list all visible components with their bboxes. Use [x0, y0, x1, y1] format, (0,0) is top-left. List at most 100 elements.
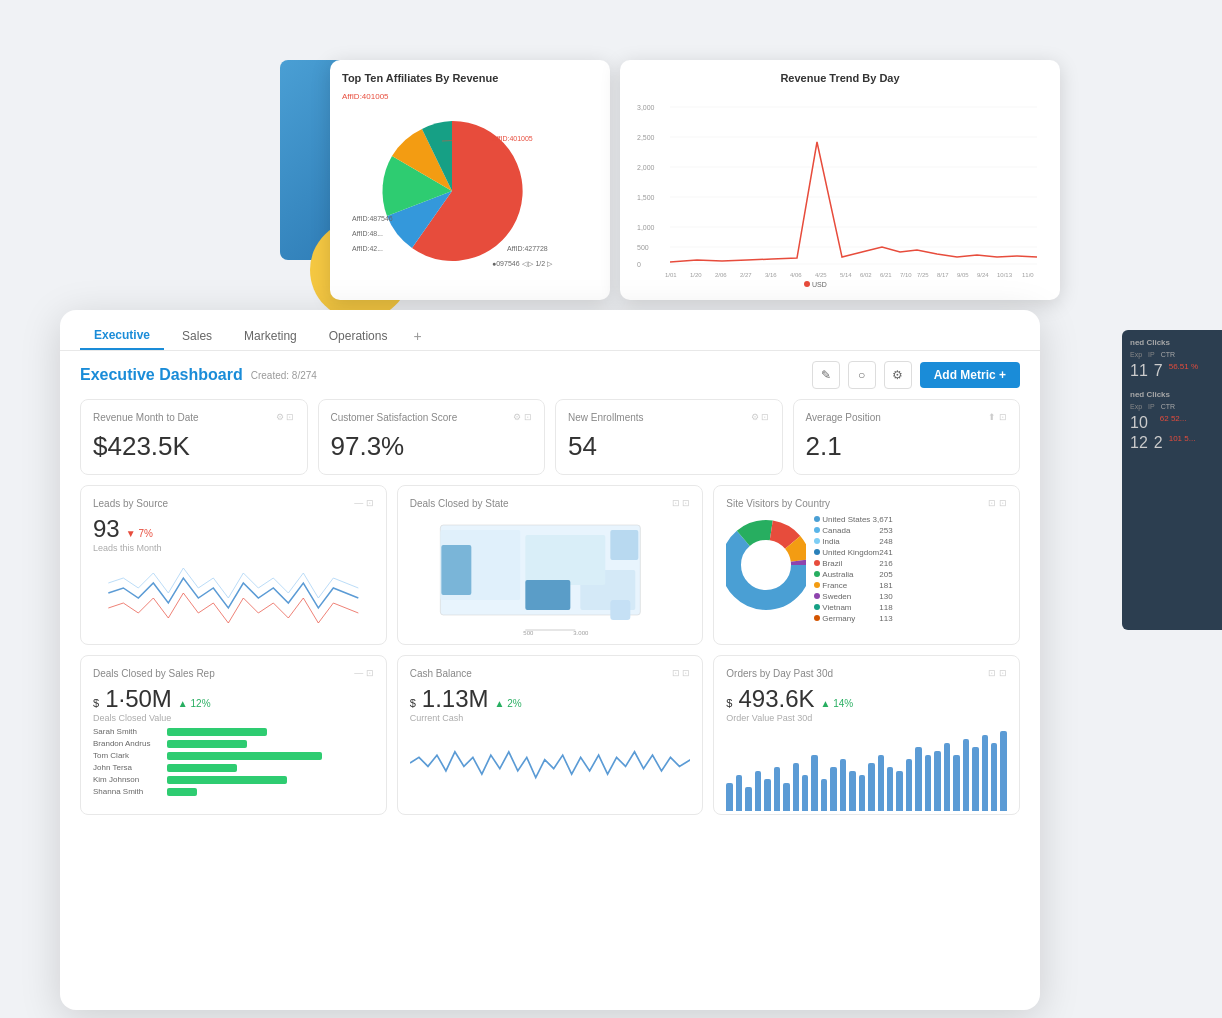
- charts-row1: Leads by Source — ⊡ 93 ▼ 7% Leads this M…: [60, 485, 1040, 655]
- order-bar-15: [859, 775, 865, 811]
- dashboard-title: Executive Dashboard: [80, 366, 243, 384]
- dashboard-subtitle: Created: 8/274: [251, 370, 317, 381]
- order-bar-12: [830, 767, 836, 811]
- svg-text:500: 500: [637, 244, 649, 251]
- circle-icon-btn[interactable]: ○: [848, 361, 876, 389]
- svg-text:9/24: 9/24: [977, 272, 989, 278]
- order-bar-6: [774, 767, 780, 811]
- svg-text:AffID:42...: AffID:42...: [352, 245, 383, 252]
- order-bar-11: [821, 779, 827, 811]
- svg-text:AffID:401005: AffID:401005: [492, 135, 533, 142]
- top-pie-title: Top Ten Affiliates By Revenue: [342, 72, 598, 84]
- metric-card-revenue: Revenue Month to Date ⚙ ⊡ $423.5K: [80, 399, 308, 475]
- order-bar-21: [915, 747, 921, 811]
- cash-sparkline: [410, 723, 691, 803]
- metrics-grid: Revenue Month to Date ⚙ ⊡ $423.5K Custom…: [60, 399, 1040, 485]
- main-dashboard: Executive Sales Marketing Operations + E…: [60, 310, 1040, 1010]
- deals-rep-value: 1·50M: [105, 685, 172, 713]
- order-bar-13: [840, 759, 846, 811]
- svg-text:2/06: 2/06: [715, 272, 727, 278]
- svg-text:2/27: 2/27: [740, 272, 752, 278]
- metric-card-satisfaction: Customer Satisfaction Score ⚙ ⊡ 97.3%: [318, 399, 546, 475]
- order-bar-29: [991, 743, 997, 811]
- order-bar-3: [745, 787, 751, 811]
- tab-add[interactable]: +: [405, 322, 429, 350]
- leads-sublabel: Leads this Month: [93, 543, 374, 553]
- cash-balance-card: Cash Balance ⊡ ⊡ $ 1.13M ▲ 2% Current Ca…: [397, 655, 704, 815]
- deals-rep-trend: ▲ 12%: [178, 698, 211, 709]
- tab-sales[interactable]: Sales: [168, 323, 226, 349]
- order-bar-14: [849, 771, 855, 811]
- order-bar-1: [726, 783, 732, 811]
- cash-trend: ▲ 2%: [494, 698, 521, 709]
- svg-text:5/14: 5/14: [840, 272, 852, 278]
- svg-text:AffID:427728: AffID:427728: [507, 245, 548, 252]
- order-bar-9: [802, 775, 808, 811]
- order-bar-10: [811, 755, 817, 811]
- tabs-bar: Executive Sales Marketing Operations +: [60, 310, 1040, 351]
- bar-row-tom: Tom Clark: [93, 751, 374, 760]
- orders-label: Orders by Day Past 30d ⊡ ⊡: [726, 668, 1007, 679]
- leads-trend: ▼ 7%: [126, 528, 153, 539]
- svg-text:11/0: 11/0: [1022, 272, 1034, 278]
- gear-icon-btn[interactable]: ⚙: [884, 361, 912, 389]
- order-bar-8: [793, 763, 799, 811]
- add-metric-button[interactable]: Add Metric +: [920, 362, 1020, 388]
- svg-text:3,000: 3,000: [637, 104, 655, 111]
- sales-rep-bars: Sarah Smith Brandon Andrus Tom Clark Joh…: [93, 727, 374, 796]
- top-line-card: Revenue Trend By Day 3,000 2,500 2,000 1…: [620, 60, 1060, 300]
- svg-text:500: 500: [523, 630, 534, 635]
- svg-rect-43: [610, 600, 630, 620]
- metric-value-position: 2.1: [806, 431, 1008, 462]
- svg-text:9/05: 9/05: [957, 272, 969, 278]
- order-bar-16: [868, 763, 874, 811]
- deals-state-label: Deals Closed by State ⊡ ⊡: [410, 498, 691, 509]
- leads-value: 93: [93, 515, 120, 543]
- orders-sublabel: Order Value Past 30d: [726, 713, 1007, 723]
- svg-text:AffID:48...: AffID:48...: [352, 230, 383, 237]
- svg-rect-44: [525, 535, 605, 585]
- sidebar-section2-title: ned Clicks: [1130, 390, 1214, 399]
- order-bar-28: [982, 735, 988, 811]
- top-line-title: Revenue Trend By Day: [632, 72, 1048, 84]
- metric-value-revenue: $423.5K: [93, 431, 295, 462]
- svg-text:4/25: 4/25: [815, 272, 827, 278]
- order-bar-5: [764, 779, 770, 811]
- country-pie-svg: [726, 515, 806, 615]
- svg-text:AffID:487546: AffID:487546: [352, 215, 393, 222]
- svg-text:0: 0: [637, 261, 641, 268]
- revenue-trend-svg: 3,000 2,500 2,000 1,500 1,000 500 0 1/01…: [632, 92, 1042, 287]
- svg-text:6/02: 6/02: [860, 272, 872, 278]
- orders-bars-container: [726, 731, 1007, 811]
- sidebar-header2: ExpIPCTR: [1130, 403, 1214, 410]
- tab-executive[interactable]: Executive: [80, 322, 164, 350]
- pie-annotation: AffID:401005: [342, 92, 598, 101]
- tab-marketing[interactable]: Marketing: [230, 323, 311, 349]
- metric-label-satisfaction: Customer Satisfaction Score ⚙ ⊡: [331, 412, 533, 423]
- svg-text:3/16: 3/16: [765, 272, 777, 278]
- svg-text:4/06: 4/06: [790, 272, 802, 278]
- svg-rect-46: [441, 545, 471, 595]
- tab-operations[interactable]: Operations: [315, 323, 402, 349]
- leads-label: Leads by Source — ⊡: [93, 498, 374, 509]
- svg-text:2,000: 2,000: [637, 164, 655, 171]
- edit-icon-btn[interactable]: ✎: [812, 361, 840, 389]
- bar-row-sarah: Sarah Smith: [93, 727, 374, 736]
- order-bar-7: [783, 783, 789, 811]
- order-bar-20: [906, 759, 912, 811]
- bar-row-shanna: Shanna Smith: [93, 787, 374, 796]
- charts-row2: Deals Closed by Sales Rep — ⊡ $ 1·50M ▲ …: [60, 655, 1040, 825]
- svg-rect-47: [525, 580, 570, 610]
- order-bar-24: [944, 743, 950, 811]
- order-bar-2: [736, 775, 742, 811]
- leads-sparkline: [93, 553, 374, 633]
- svg-text:1,500: 1,500: [637, 194, 655, 201]
- svg-rect-41: [610, 530, 638, 560]
- sidebar-section1-title: ned Clicks: [1130, 338, 1214, 347]
- order-bar-26: [963, 739, 969, 811]
- svg-text:10/13: 10/13: [997, 272, 1013, 278]
- svg-text:7/10: 7/10: [900, 272, 912, 278]
- svg-text:6/21: 6/21: [880, 272, 892, 278]
- bar-row-brandon: Brandon Andrus: [93, 739, 374, 748]
- cash-label: Cash Balance ⊡ ⊡: [410, 668, 691, 679]
